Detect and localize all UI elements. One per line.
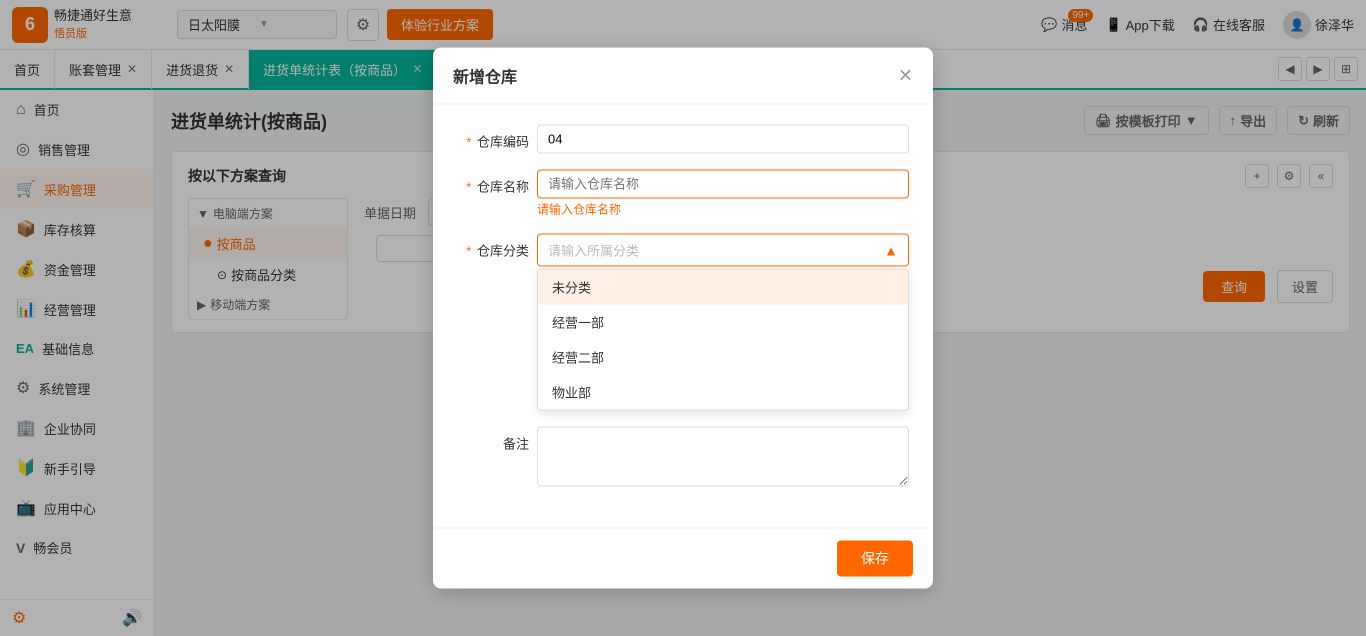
category-arrow-icon: ▲ bbox=[884, 242, 898, 258]
modal-close-button[interactable]: ✕ bbox=[898, 67, 913, 85]
category-required: * bbox=[466, 244, 471, 259]
dropdown-item-property[interactable]: 物业部 bbox=[538, 375, 908, 410]
modal-header: 新增仓库 ✕ bbox=[433, 48, 933, 105]
code-wrap bbox=[537, 125, 909, 154]
remark-textarea[interactable] bbox=[537, 427, 909, 487]
category-label: * 仓库分类 bbox=[457, 234, 537, 260]
name-label: * 仓库名称 bbox=[457, 170, 537, 196]
remark-wrap bbox=[537, 427, 909, 492]
dropdown-item-uncategorized[interactable]: 未分类 bbox=[538, 270, 908, 305]
remark-label: 备注 bbox=[457, 427, 537, 453]
form-row-remark: 备注 bbox=[457, 427, 909, 492]
remark-label-text: 备注 bbox=[503, 437, 529, 452]
save-button[interactable]: 保存 bbox=[837, 541, 913, 577]
warehouse-code-input[interactable] bbox=[537, 125, 909, 154]
name-error-msg: 请输入仓库名称 bbox=[537, 201, 909, 218]
dropdown-item-dept2[interactable]: 经营二部 bbox=[538, 340, 908, 375]
warehouse-name-input[interactable] bbox=[537, 170, 909, 199]
modal-footer: 保存 bbox=[433, 528, 933, 589]
code-required: * bbox=[466, 135, 471, 150]
code-label: * 仓库编码 bbox=[457, 125, 537, 151]
category-wrap: 请输入所属分类 ▲ 未分类 经营一部 经营二部 物业部 bbox=[537, 234, 909, 267]
form-row-code: * 仓库编码 bbox=[457, 125, 909, 154]
dropdown-item-dept1[interactable]: 经营一部 bbox=[538, 305, 908, 340]
modal-body: * 仓库编码 * 仓库名称 请输入仓库名称 * 仓库分类 bbox=[433, 105, 933, 528]
code-label-text: 仓库编码 bbox=[477, 135, 529, 150]
form-row-name: * 仓库名称 请输入仓库名称 bbox=[457, 170, 909, 218]
name-wrap: 请输入仓库名称 bbox=[537, 170, 909, 218]
modal-title: 新增仓库 bbox=[453, 64, 517, 88]
category-select[interactable]: 请输入所属分类 ▲ bbox=[537, 234, 909, 267]
category-dropdown: 未分类 经营一部 经营二部 物业部 bbox=[537, 269, 909, 411]
category-placeholder: 请输入所属分类 bbox=[548, 241, 639, 260]
form-row-category: * 仓库分类 请输入所属分类 ▲ 未分类 经营一部 经营二部 物业部 bbox=[457, 234, 909, 267]
category-label-text: 仓库分类 bbox=[477, 244, 529, 259]
name-label-text: 仓库名称 bbox=[477, 180, 529, 195]
name-required: * bbox=[466, 180, 471, 195]
new-warehouse-modal: 新增仓库 ✕ * 仓库编码 * 仓库名称 请输入仓库名称 bbox=[433, 48, 933, 589]
